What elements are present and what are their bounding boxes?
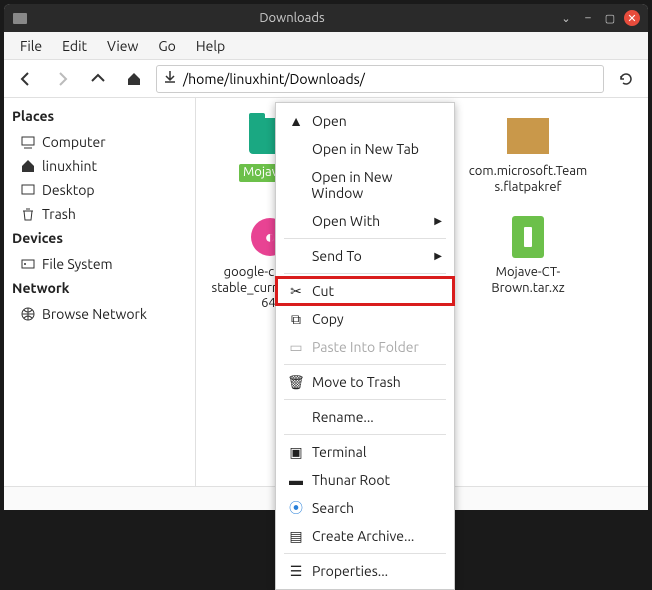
chevron-right-icon: ▶ <box>434 250 442 262</box>
file-item[interactable]: Mojave-CT-Brown.tar.xz <box>464 209 592 316</box>
up-button[interactable] <box>84 65 112 93</box>
ctx-properties[interactable]: ☰ Properties... <box>276 557 454 585</box>
file-item[interactable]: com.microsoft.Teams.flatpakref <box>464 108 592 199</box>
ctx-label: Move to Trash <box>312 374 401 390</box>
ctx-label: Thunar Root <box>312 472 390 488</box>
ctx-label: Open With <box>312 213 380 229</box>
folder-icon: ▬ <box>288 472 304 488</box>
paste-icon: ▭ <box>288 339 304 355</box>
ctx-thunar-root[interactable]: ▬ Thunar Root <box>276 466 454 494</box>
sidebar: Places Computer linuxhint Desktop Trash … <box>4 98 196 486</box>
archive-icon <box>504 213 552 261</box>
sidebar-item-browse-network[interactable]: Browse Network <box>12 302 187 326</box>
path-text: /home/linuxhint/Downloads/ <box>183 71 365 87</box>
ctx-cut[interactable]: ✂ Cut <box>276 277 454 305</box>
ctx-label: Rename... <box>312 409 374 425</box>
ctx-open-tab[interactable]: Open in New Tab <box>276 135 454 163</box>
ctx-label: Send To <box>312 248 362 264</box>
sidebar-label: Desktop <box>42 182 95 198</box>
sidebar-label: Computer <box>42 134 106 150</box>
ctx-send-to[interactable]: Send To ▶ <box>276 242 454 270</box>
close-button[interactable]: ✕ <box>624 10 640 26</box>
titlebar: Downloads ⌄ – ▢ ✕ <box>4 4 648 32</box>
terminal-icon: ▣ <box>288 444 304 460</box>
sidebar-item-computer[interactable]: Computer <box>12 130 187 154</box>
menu-view[interactable]: View <box>97 34 148 58</box>
separator <box>284 364 446 365</box>
ctx-rename[interactable]: Rename... <box>276 403 454 431</box>
ctx-label: Open in New Window <box>311 169 442 201</box>
minimize-button[interactable]: – <box>580 10 596 26</box>
sidebar-label: linuxhint <box>42 158 97 174</box>
separator <box>284 434 446 435</box>
trash-icon: 🗑 <box>288 374 304 390</box>
sidebar-item-trash[interactable]: Trash <box>12 202 187 226</box>
ctx-open[interactable]: ▲ Open <box>276 107 454 135</box>
ctx-archive[interactable]: ▤ Create Archive... <box>276 522 454 550</box>
ctx-label: Properties... <box>312 563 388 579</box>
menu-file[interactable]: File <box>10 34 52 58</box>
app-icon <box>12 10 28 26</box>
ctx-search[interactable]: ⦿ Search <box>276 494 454 522</box>
ctx-label: Copy <box>312 311 344 327</box>
menu-go[interactable]: Go <box>148 34 185 58</box>
ctx-paste: ▭ Paste Into Folder <box>276 333 454 361</box>
ctx-label: Cut <box>312 283 334 299</box>
ctx-label: Create Archive... <box>312 528 414 544</box>
open-icon: ▲ <box>288 113 304 129</box>
back-button[interactable] <box>12 65 40 93</box>
toolbar: /home/linuxhint/Downloads/ <box>4 60 648 98</box>
sidebar-label: Trash <box>42 206 76 222</box>
ctx-copy[interactable]: ⧉ Copy <box>276 305 454 333</box>
copy-icon: ⧉ <box>288 311 304 327</box>
sidebar-item-home[interactable]: linuxhint <box>12 154 187 178</box>
menu-icon[interactable]: ⌄ <box>558 10 574 26</box>
path-bar[interactable]: /home/linuxhint/Downloads/ <box>156 65 604 93</box>
ctx-label: Paste Into Folder <box>312 339 419 355</box>
sidebar-item-filesystem[interactable]: File System <box>12 252 187 276</box>
window-title: Downloads <box>32 11 552 25</box>
forward-button[interactable] <box>48 65 76 93</box>
package-icon <box>504 112 552 160</box>
ctx-trash[interactable]: 🗑 Move to Trash <box>276 368 454 396</box>
menu-edit[interactable]: Edit <box>52 34 97 58</box>
context-menu: ▲ Open Open in New Tab Open in New Window… <box>275 102 455 590</box>
sidebar-label: File System <box>42 256 113 272</box>
sidebar-network-header: Network <box>12 280 187 296</box>
sidebar-devices-header: Devices <box>12 230 187 246</box>
reload-button[interactable] <box>612 65 640 93</box>
file-label: com.microsoft.Teams.flatpakref <box>468 164 588 195</box>
ctx-label: Open in New Tab <box>312 141 419 157</box>
separator <box>284 273 446 274</box>
ctx-label: Search <box>312 500 354 516</box>
ctx-terminal[interactable]: ▣ Terminal <box>276 438 454 466</box>
ctx-open-window[interactable]: Open in New Window <box>276 163 454 207</box>
ctx-open-with[interactable]: Open With ▶ <box>276 207 454 235</box>
sidebar-places-header: Places <box>12 108 187 124</box>
menubar: File Edit View Go Help <box>4 32 648 60</box>
separator <box>284 238 446 239</box>
ctx-label: Terminal <box>312 444 367 460</box>
properties-icon: ☰ <box>288 563 304 579</box>
archive-icon: ▤ <box>288 528 304 544</box>
file-label: Mojave-CT-Brown.tar.xz <box>468 265 588 296</box>
menu-help[interactable]: Help <box>186 34 235 58</box>
download-icon <box>163 70 177 87</box>
ctx-label: Open <box>312 113 347 129</box>
cut-icon: ✂ <box>288 283 304 299</box>
sidebar-label: Browse Network <box>42 306 147 322</box>
search-icon: ⦿ <box>288 500 304 516</box>
maximize-button[interactable]: ▢ <box>602 10 618 26</box>
chevron-right-icon: ▶ <box>434 215 442 227</box>
separator <box>284 553 446 554</box>
home-button[interactable] <box>120 65 148 93</box>
separator <box>284 399 446 400</box>
sidebar-item-desktop[interactable]: Desktop <box>12 178 187 202</box>
